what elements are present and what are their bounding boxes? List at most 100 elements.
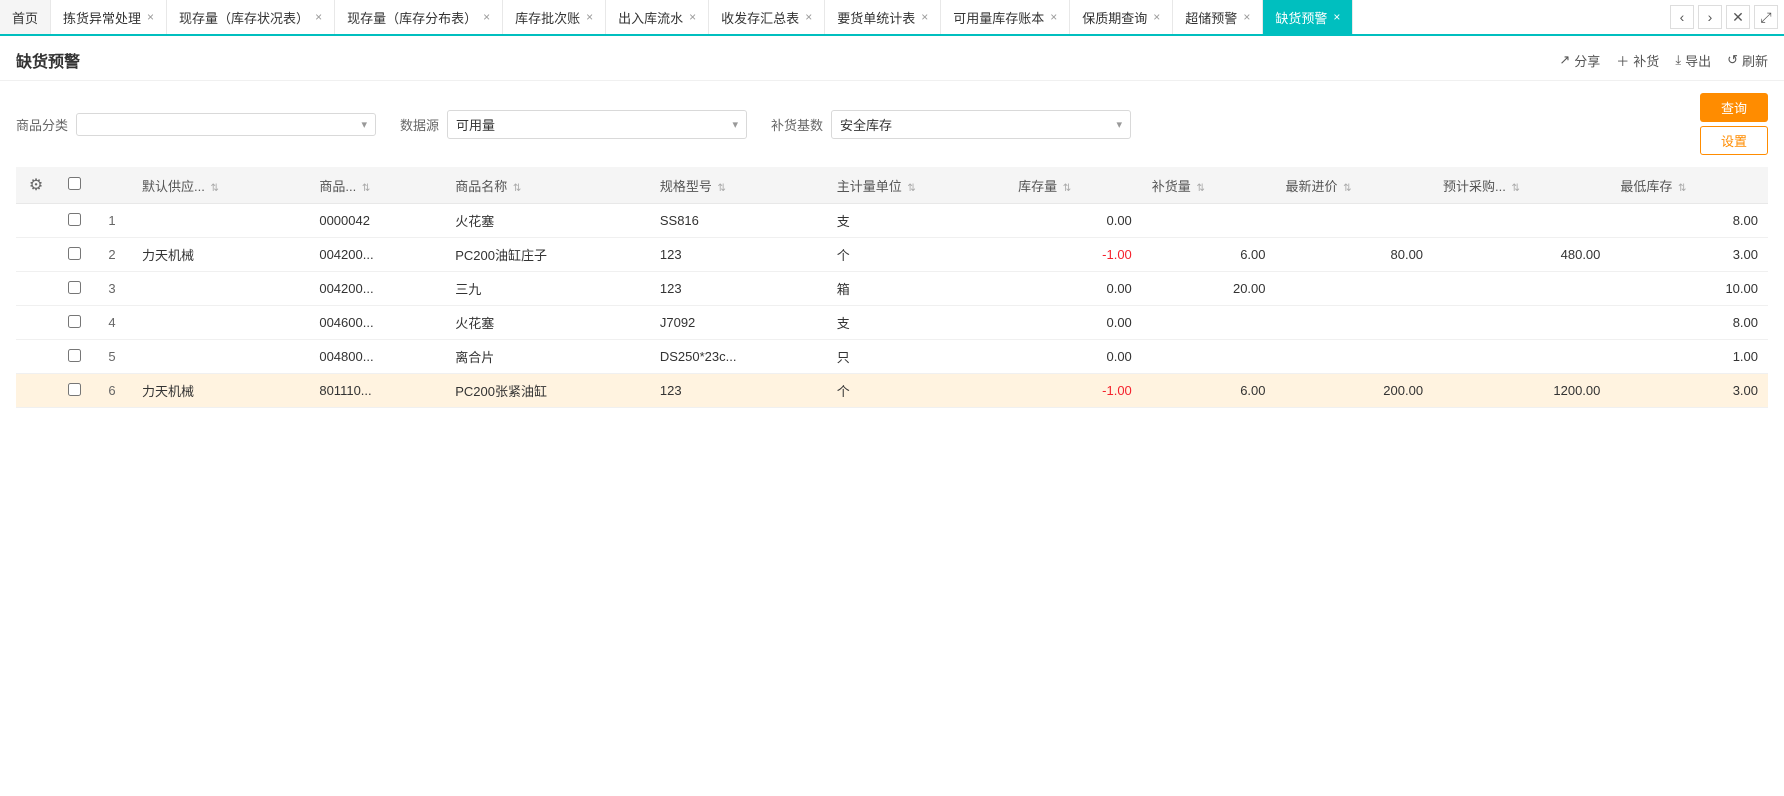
sort-icon: ⇅ (907, 183, 915, 194)
latest-price-column-header[interactable]: 最新进价 ⇅ (1276, 167, 1434, 204)
tab-order-stats[interactable]: 要货单统计表 × (825, 0, 941, 34)
query-button[interactable]: 查询 (1700, 93, 1768, 122)
select-all-checkbox[interactable] (68, 177, 81, 190)
tab-home[interactable]: 首页 (0, 0, 51, 34)
tab-scroll-right-btn[interactable]: › (1698, 5, 1722, 29)
table-header-row: ⚙ 默认供应... ⇅ 商品... ⇅ 商品名称 (16, 167, 1768, 204)
datasource-filter-group: 数据源 可用量 ▾ (400, 110, 747, 139)
replenish-button[interactable]: ＋ 补货 (1616, 51, 1659, 70)
close-icon[interactable]: × (1243, 10, 1250, 24)
refresh-button[interactable]: ↺ 刷新 (1727, 51, 1768, 70)
row-gear (16, 272, 56, 306)
row-unit: 个 (827, 374, 1008, 408)
product-name-column-header[interactable]: 商品名称 ⇅ (445, 167, 650, 204)
tab-overstock-warning[interactable]: 超储预警 × (1173, 0, 1263, 34)
row-replenish-qty: 20.00 (1142, 272, 1276, 306)
tab-label: 可用量库存账本 (953, 8, 1044, 27)
tab-label: 保质期查询 (1082, 8, 1147, 27)
no-column-header (92, 167, 132, 204)
close-icon[interactable]: × (805, 10, 812, 24)
tab-label: 要货单统计表 (837, 8, 915, 27)
datasource-select[interactable]: 可用量 ▾ (447, 110, 747, 139)
row-latest-price (1276, 272, 1434, 306)
tab-defect-handling[interactable]: 拣货异常处理 × (51, 0, 167, 34)
tab-scroll-left-btn[interactable]: ‹ (1670, 5, 1694, 29)
supplier-column-header[interactable]: 默认供应... ⇅ (132, 167, 309, 204)
gear-column-header: ⚙ (16, 167, 56, 204)
close-icon[interactable]: × (689, 10, 696, 24)
row-no: 5 (92, 340, 132, 374)
row-no: 4 (92, 306, 132, 340)
tab-inout-flow[interactable]: 出入库流水 × (606, 0, 709, 34)
row-stock-qty: -1.00 (1008, 374, 1142, 408)
tab-available-ledger[interactable]: 可用量库存账本 × (941, 0, 1070, 34)
tab-inventory-status[interactable]: 现存量（库存状况表） × (167, 0, 335, 34)
row-stock-qty: 0.00 (1008, 204, 1142, 238)
category-select[interactable]: ▾ (76, 113, 376, 136)
close-icon[interactable]: × (921, 10, 928, 24)
row-spec: J7092 (650, 306, 827, 340)
row-latest-price: 80.00 (1276, 238, 1434, 272)
close-icon[interactable]: × (1050, 10, 1057, 24)
refresh-icon: ↺ (1727, 52, 1738, 68)
tab-expand-btn[interactable]: ⤢ (1754, 5, 1778, 29)
row-unit: 支 (827, 204, 1008, 238)
row-checkbox-cell (56, 238, 92, 272)
replenish-base-filter-group: 补货基数 安全库存 ▾ (771, 110, 1131, 139)
checkbox-column-header (56, 167, 92, 204)
column-settings-icon[interactable]: ⚙ (29, 177, 43, 194)
row-product-code: 004200... (309, 238, 445, 272)
unit-column-header[interactable]: 主计量单位 ⇅ (827, 167, 1008, 204)
close-icon[interactable]: × (483, 10, 490, 24)
row-product-code: 004600... (309, 306, 445, 340)
replenish-qty-column-header[interactable]: 补货量 ⇅ (1142, 167, 1276, 204)
row-product-name: 火花塞 (445, 204, 650, 238)
row-unit: 个 (827, 238, 1008, 272)
row-checkbox[interactable] (68, 281, 81, 294)
replenish-base-select[interactable]: 安全库存 ▾ (831, 110, 1131, 139)
export-button[interactable]: ⤓ 导出 (1675, 51, 1711, 70)
spec-column-header[interactable]: 规格型号 ⇅ (650, 167, 827, 204)
row-stock-qty: 0.00 (1008, 272, 1142, 306)
tab-bar: 首页 拣货异常处理 × 现存量（库存状况表） × 现存量（库存分布表） × 库存… (0, 0, 1784, 36)
filter-row: 商品分类 ▾ 数据源 可用量 ▾ 补货基数 安全库存 ▾ 查询 设置 (0, 81, 1784, 167)
row-checkbox[interactable] (68, 315, 81, 328)
product-code-column-header[interactable]: 商品... ⇅ (309, 167, 445, 204)
row-latest-price (1276, 306, 1434, 340)
row-spec: 123 (650, 374, 827, 408)
row-spec: DS250*23c... (650, 340, 827, 374)
tab-collect-summary[interactable]: 收发存汇总表 × (709, 0, 825, 34)
row-product-code: 004200... (309, 272, 445, 306)
sort-icon: ⇅ (1678, 183, 1686, 194)
row-estimated-purchase (1433, 340, 1610, 374)
close-icon[interactable]: × (315, 10, 322, 24)
filter-actions: 查询 设置 (1700, 93, 1768, 155)
tab-expiry-query[interactable]: 保质期查询 × (1070, 0, 1173, 34)
close-icon[interactable]: × (147, 10, 154, 24)
row-checkbox[interactable] (68, 247, 81, 260)
row-product-name: 火花塞 (445, 306, 650, 340)
row-checkbox[interactable] (68, 213, 81, 226)
settings-button[interactable]: 设置 (1700, 126, 1768, 155)
sort-icon: ⇅ (718, 183, 726, 194)
row-replenish-qty (1142, 340, 1276, 374)
share-button[interactable]: ↗ 分享 (1559, 51, 1600, 70)
tab-batch-account[interactable]: 库存批次账 × (503, 0, 606, 34)
tab-close-all-btn[interactable]: ✕ (1726, 5, 1750, 29)
close-icon[interactable]: × (586, 10, 593, 24)
close-icon[interactable]: × (1333, 10, 1340, 24)
row-checkbox[interactable] (68, 383, 81, 396)
estimated-purchase-column-header[interactable]: 预计采购... ⇅ (1433, 167, 1610, 204)
stock-qty-column-header[interactable]: 库存量 ⇅ (1008, 167, 1142, 204)
row-checkbox[interactable] (68, 349, 81, 362)
tab-home-label: 首页 (12, 8, 38, 27)
tab-inventory-dist[interactable]: 现存量（库存分布表） × (335, 0, 503, 34)
close-icon[interactable]: × (1153, 10, 1160, 24)
min-stock-column-header[interactable]: 最低库存 ⇅ (1610, 167, 1768, 204)
replenish-label: 补货 (1633, 51, 1659, 70)
header-actions: ↗ 分享 ＋ 补货 ⤓ 导出 ↺ 刷新 (1559, 51, 1768, 70)
row-stock-qty: -1.00 (1008, 238, 1142, 272)
row-latest-price (1276, 204, 1434, 238)
table-row: 1 0000042 火花塞 SS816 支 0.00 8.00 (16, 204, 1768, 238)
tab-shortage-warning[interactable]: 缺货预警 × (1263, 0, 1353, 34)
